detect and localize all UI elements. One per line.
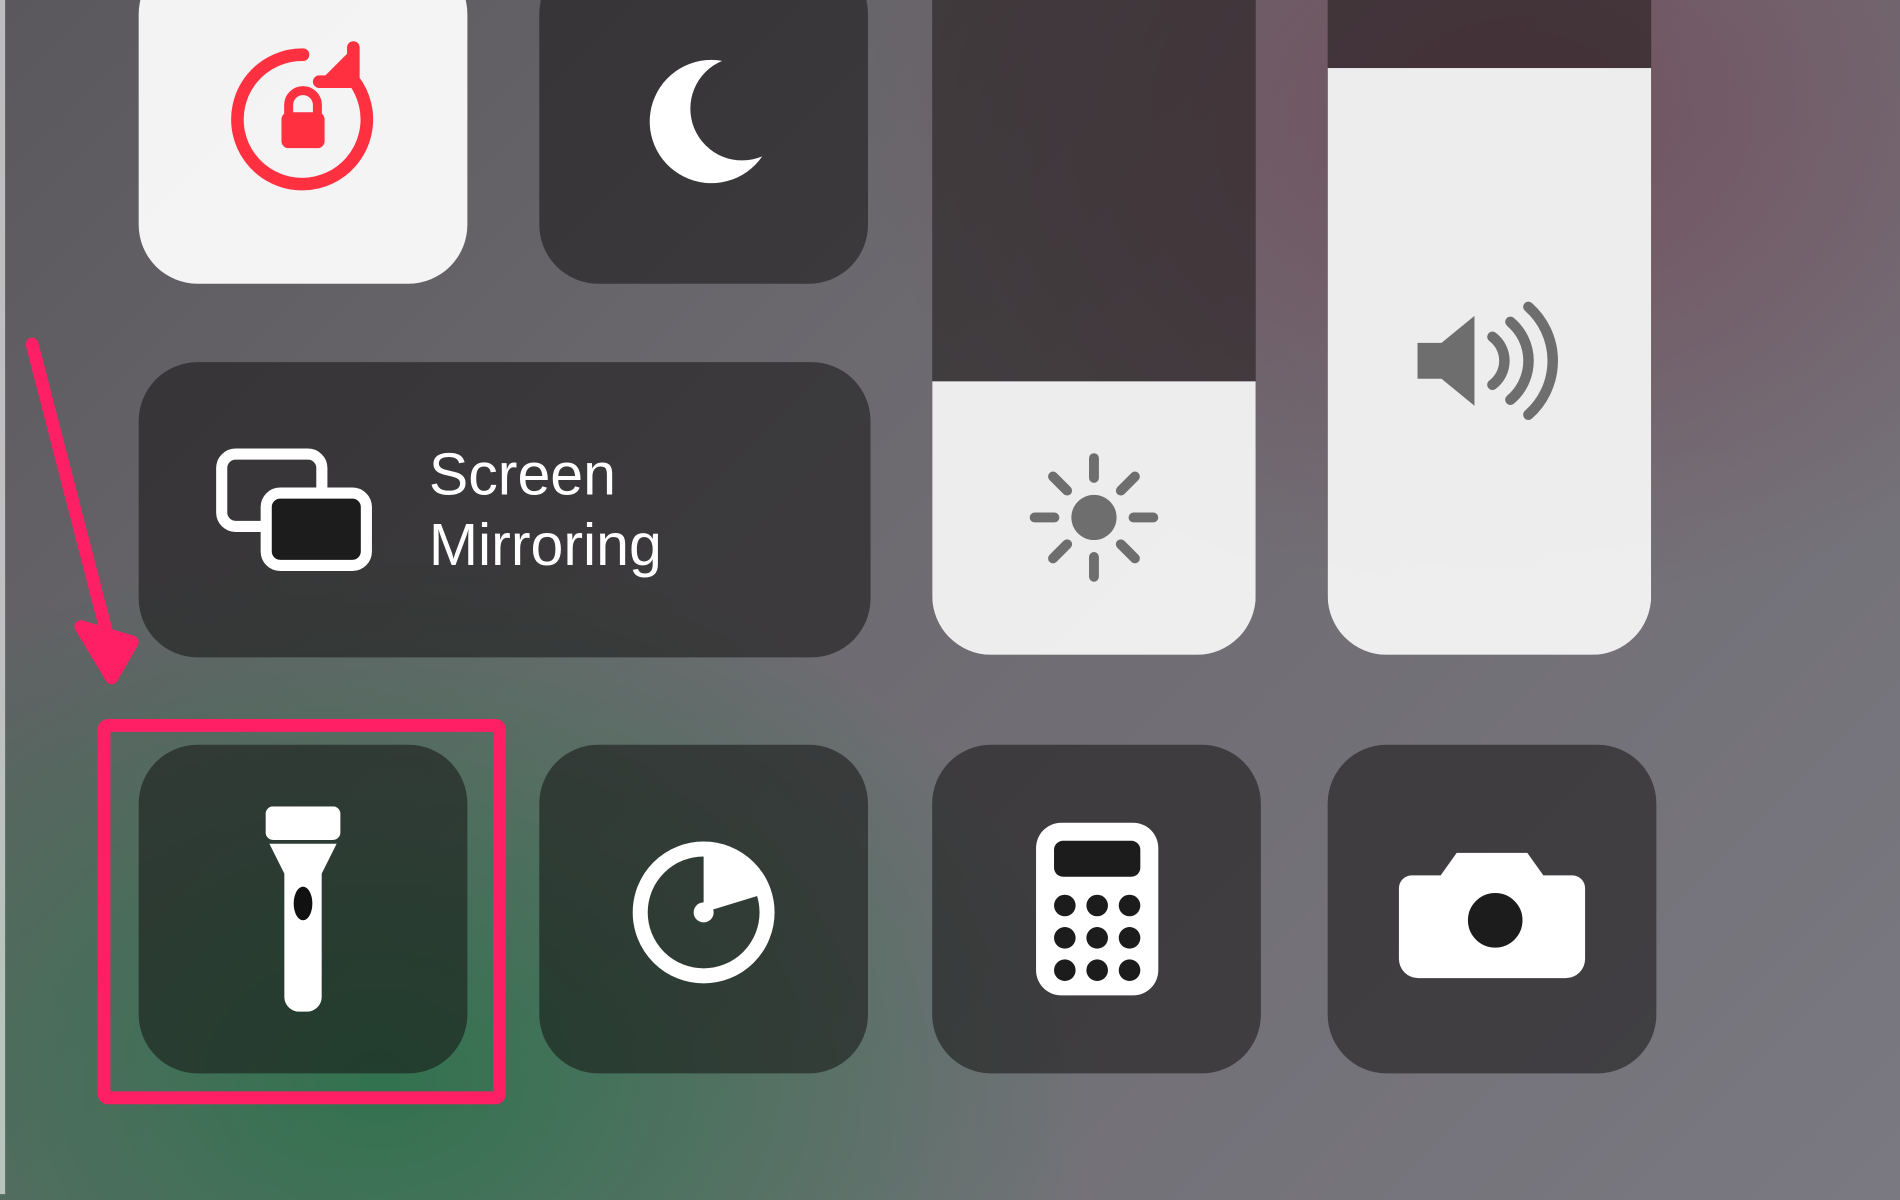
orientation-lock-icon [213, 30, 393, 210]
calculator-icon [1023, 819, 1171, 999]
volume-fill [1328, 67, 1652, 654]
control-center: Screen Mirroring [0, 0, 1900, 1194]
timer-icon [620, 826, 787, 993]
sun-icon [1023, 447, 1164, 588]
speaker-icon [1400, 284, 1580, 438]
volume-slider[interactable] [1328, 0, 1652, 655]
moon-icon [627, 42, 781, 196]
screen-mirroring-label: Screen Mirroring [429, 439, 662, 581]
flashlight-icon [245, 806, 361, 1011]
screen-mirroring-icon [211, 439, 378, 580]
camera-button[interactable] [1328, 745, 1657, 1074]
timer-button[interactable] [539, 745, 868, 1074]
screen-mirroring-button[interactable]: Screen Mirroring [139, 362, 871, 657]
do-not-disturb-button[interactable] [539, 0, 868, 284]
annotation-arrow [0, 331, 160, 729]
brightness-fill [932, 381, 1256, 655]
flashlight-button[interactable] [139, 745, 468, 1074]
brightness-slider[interactable] [932, 0, 1256, 655]
left-edge-highlight [0, 0, 5, 1194]
orientation-lock-button[interactable] [139, 0, 468, 284]
calculator-button[interactable] [932, 745, 1261, 1074]
camera-icon [1396, 832, 1589, 986]
